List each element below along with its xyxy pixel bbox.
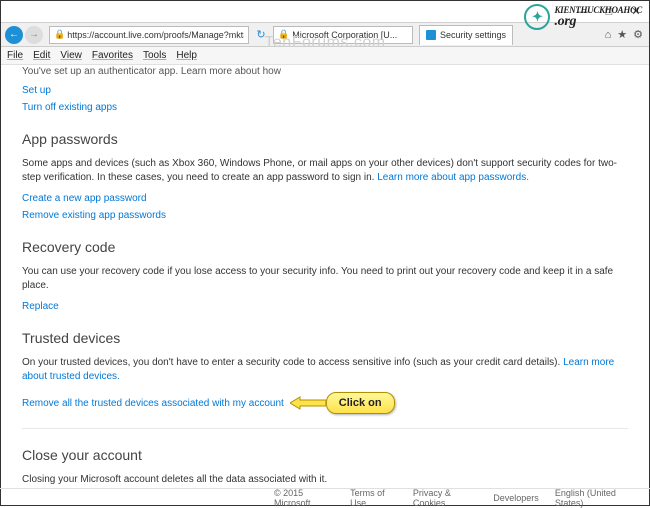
menu-help[interactable]: Help — [176, 50, 197, 61]
copyright-text: © 2015 Microsoft — [274, 488, 334, 508]
menu-file[interactable]: File — [7, 50, 23, 61]
callout-bubble: Click on — [326, 392, 395, 414]
browser-tab[interactable]: Security settings — [419, 25, 513, 45]
tab-favicon — [426, 30, 436, 40]
forward-button[interactable]: → — [25, 26, 43, 44]
page-content: You've set up an authenticator app. Lear… — [0, 64, 650, 488]
certificate-indicator[interactable]: 🔒 Microsoft Corporation [U... — [273, 26, 413, 44]
menu-favorites[interactable]: Favorites — [92, 50, 133, 61]
back-button[interactable]: ← — [5, 26, 23, 44]
url-text: https://account.live.com/proofs/Manage?m… — [67, 30, 244, 40]
footer-language-link[interactable]: English (United States) — [555, 488, 636, 508]
address-bar[interactable]: 🔒 https://account.live.com/proofs/Manage… — [49, 26, 249, 44]
cert-lock-icon: 🔒 — [278, 29, 289, 40]
recovery-code-heading: Recovery code — [22, 239, 628, 255]
remove-app-passwords-link[interactable]: Remove existing app passwords — [22, 210, 628, 221]
close-account-heading: Close your account — [22, 447, 628, 463]
replace-recovery-link[interactable]: Replace — [22, 301, 628, 312]
lock-icon: 🔒 — [54, 29, 65, 40]
page-footer: © 2015 Microsoft Terms of Use Privacy & … — [0, 488, 650, 506]
trusted-devices-heading: Trusted devices — [22, 330, 628, 346]
remove-trusted-devices-link[interactable]: Remove all the trusted devices associate… — [22, 398, 284, 409]
footer-privacy-link[interactable]: Privacy & Cookies — [413, 488, 477, 508]
app-passwords-heading: App passwords — [22, 131, 628, 147]
menu-view[interactable]: View — [60, 50, 82, 61]
tab-title: Security settings — [440, 30, 506, 40]
app-passwords-desc: Some apps and devices (such as Xbox 360,… — [22, 157, 628, 185]
close-account-desc: Closing your Microsoft account deletes a… — [22, 473, 628, 487]
watermark-kienthuckhoahoc: ✦ KIENTHUCKHOAHOC .org — [524, 4, 642, 30]
setup-link[interactable]: Set up — [22, 85, 628, 96]
footer-terms-link[interactable]: Terms of Use — [350, 488, 397, 508]
divider — [22, 428, 628, 429]
menu-edit[interactable]: Edit — [33, 50, 50, 61]
cutoff-text: You've set up an authenticator app. Lear… — [22, 66, 628, 77]
menu-tools[interactable]: Tools — [143, 50, 166, 61]
recovery-code-desc: You can use your recovery code if you lo… — [22, 265, 628, 293]
create-app-password-link[interactable]: Create a new app password — [22, 193, 628, 204]
callout-arrow-icon — [290, 394, 326, 412]
home-icon[interactable]: ⌂ — [605, 29, 612, 41]
trusted-devices-desc: On your trusted devices, you don't have … — [22, 356, 628, 384]
app-passwords-learn-link[interactable]: Learn more about app passwords. — [377, 172, 529, 183]
watermark-logo-icon: ✦ — [524, 4, 550, 30]
footer-developers-link[interactable]: Developers — [493, 493, 539, 503]
turnoff-apps-link[interactable]: Turn off existing apps — [22, 102, 628, 113]
menu-bar: File Edit View Favorites Tools Help — [1, 47, 649, 65]
refresh-button[interactable]: ↻ — [253, 28, 269, 41]
cert-text: Microsoft Corporation [U... — [292, 30, 397, 40]
